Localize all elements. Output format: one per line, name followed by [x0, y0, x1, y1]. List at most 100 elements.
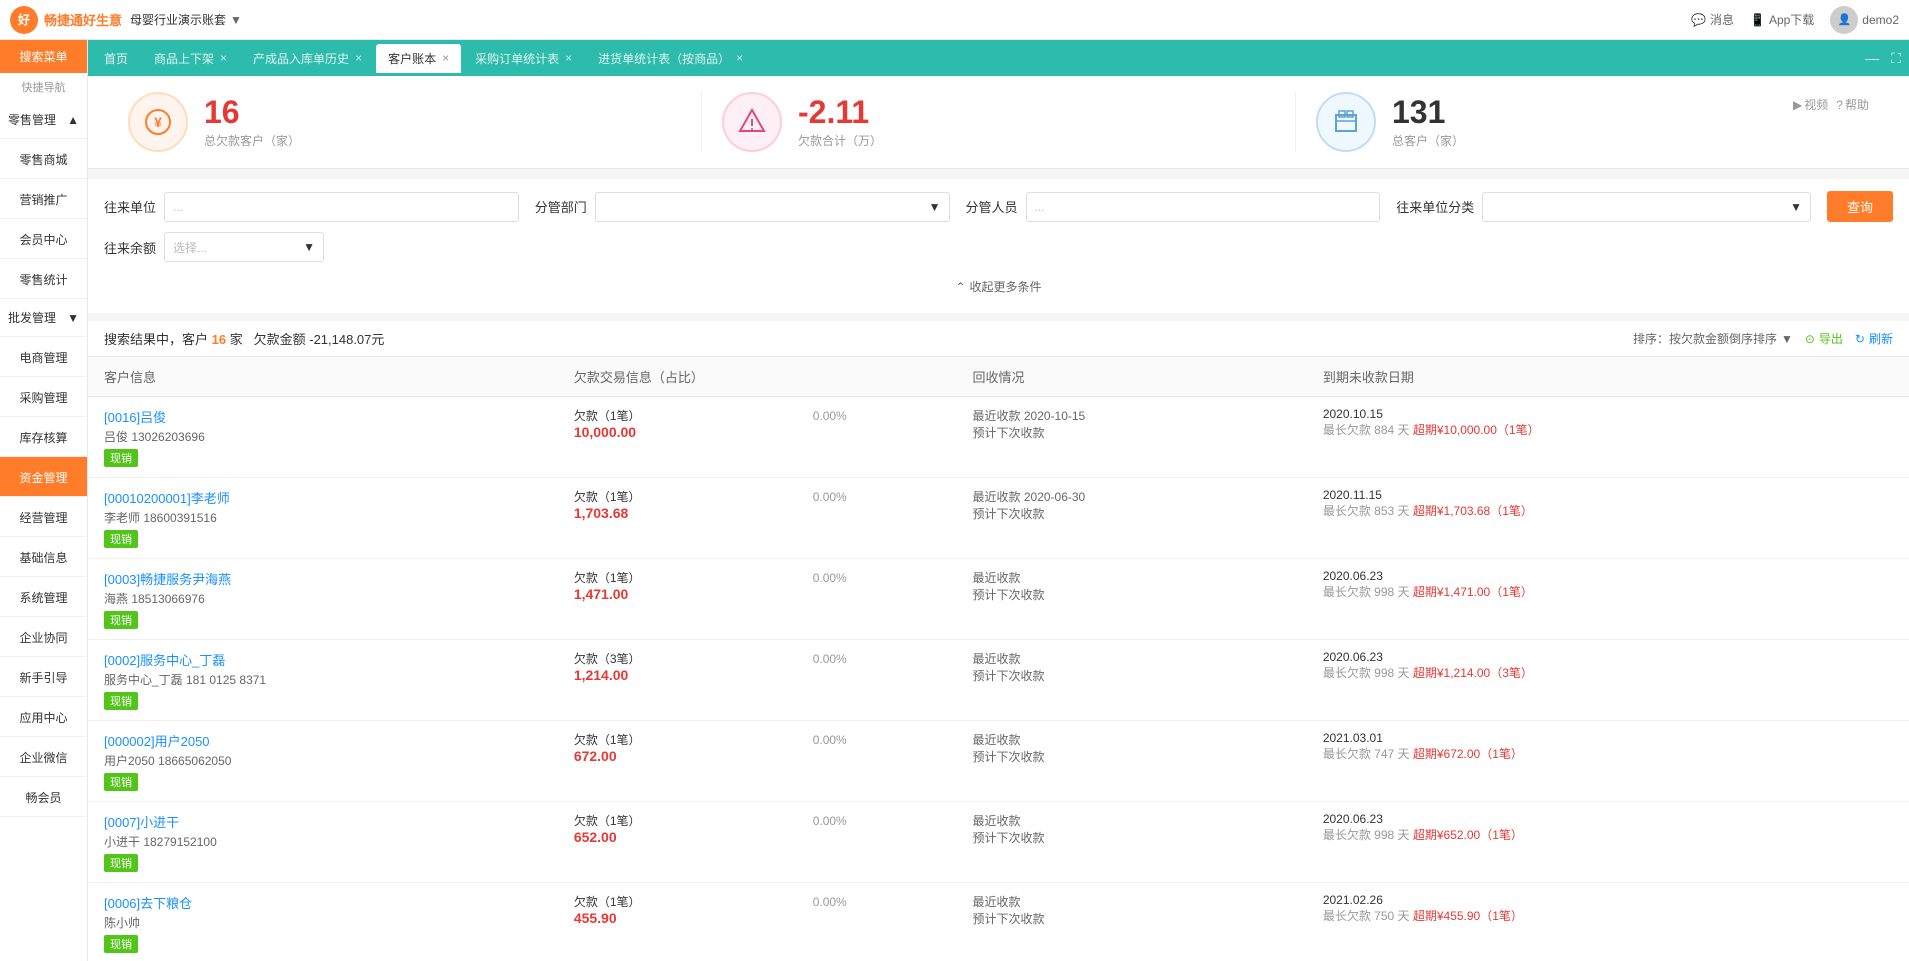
sidebar-item-retail-mall[interactable]: 零售商城 — [0, 139, 87, 179]
debt-amount-2[interactable]: 1,471.00 — [574, 586, 781, 602]
debt-amount-6[interactable]: 455.90 — [574, 910, 781, 926]
sidebar-search[interactable]: 搜索菜单 — [0, 40, 87, 73]
sidebar-item-guide[interactable]: 新手引导 — [0, 657, 87, 697]
debt-amount-5[interactable]: 652.00 — [574, 829, 781, 845]
card1-label: 总欠款客户（家） — [204, 132, 300, 149]
tab-products[interactable]: 商品上下架 × — [142, 44, 239, 73]
due-days-1: 最长欠款 853 天 超期¥1,703.68（1笔） — [1323, 502, 1893, 519]
message-action[interactable]: 💬 消息 — [1691, 11, 1734, 28]
sidebar-item-basic-info[interactable]: 基础信息 — [0, 537, 87, 577]
customer-name-2[interactable]: [0003]畅捷服务尹海燕 — [104, 569, 542, 588]
page-content: ¥ 16 总欠款客户（家） — [88, 76, 1909, 961]
company-dropdown-icon: ▼ — [230, 13, 242, 27]
sidebar-item-wecom[interactable]: 企业微信 — [0, 737, 87, 777]
user-avatar: 👤 — [1830, 6, 1858, 34]
customer-name-3[interactable]: [0002]服务中心_丁磊 — [104, 650, 542, 669]
customer-name-6[interactable]: [0006]去下粮仓 — [104, 893, 542, 912]
overdue-amount-1[interactable]: 超期¥1,703.68（1笔） — [1413, 504, 1533, 518]
person-input[interactable]: ... — [1026, 192, 1381, 222]
debt-amount-1[interactable]: 1,703.68 — [574, 505, 781, 521]
customer-name-1[interactable]: [00010200001]李老师 — [104, 488, 542, 507]
tab-customer-account-close[interactable]: × — [442, 51, 449, 65]
export-button[interactable]: ⊙ 导出 — [1805, 330, 1843, 347]
tab-stock-history-close[interactable]: × — [355, 51, 362, 65]
sidebar-item-marketing[interactable]: 营销推广 — [0, 179, 87, 219]
category-dropdown-icon: ▼ — [1790, 200, 1802, 214]
sidebar: 搜索菜单 快捷导航 零售管理 ▲ 零售商城 营销推广 会员中心 零售统计 批发管… — [0, 40, 88, 961]
overdue-amount-4[interactable]: 超期¥672.00（1笔） — [1413, 747, 1523, 761]
filter-balance: 往来余额 选择... ▼ — [104, 232, 1893, 262]
tab-stock-stats[interactable]: 进货单统计表（按商品） × — [586, 44, 755, 73]
cell-debt-4: 欠款（1笔） 672.00 — [558, 721, 797, 802]
logo-area: 好 畅捷通好生意 — [10, 6, 122, 34]
supplier-label: 往来单位 — [104, 197, 156, 216]
refresh-label: 刷新 — [1869, 330, 1893, 347]
sidebar-item-apps[interactable]: 应用中心 — [0, 697, 87, 737]
cell-percent-1: 0.00% — [797, 478, 957, 559]
overdue-amount-6[interactable]: 超期¥455.90（1笔） — [1413, 909, 1523, 923]
help-btn[interactable]: ? 帮助 — [1836, 96, 1869, 113]
overdue-amount-5[interactable]: 超期¥652.00（1笔） — [1413, 828, 1523, 842]
dept-select[interactable]: ▼ — [595, 192, 950, 222]
sidebar-item-ecommerce[interactable]: 电商管理 — [0, 337, 87, 377]
sidebar-item-system[interactable]: 系统管理 — [0, 577, 87, 617]
sidebar-item-inventory[interactable]: 库存核算 — [0, 417, 87, 457]
cell-due-5: 2020.06.23 最长欠款 998 天 超期¥652.00（1笔） — [1307, 802, 1909, 883]
tab-customer-account[interactable]: 客户账本 × — [376, 44, 461, 73]
cell-percent-6: 0.00% — [797, 883, 957, 961]
sidebar-item-enterprise[interactable]: 企业协同 — [0, 617, 87, 657]
batch-mgmt-arrow: ▼ — [67, 311, 79, 325]
view-video-btn[interactable]: ▶ 视频 — [1793, 96, 1828, 113]
debt-count-2: 欠款（1笔） — [574, 569, 781, 586]
recovery-date-6: 最近收款 — [973, 893, 1291, 910]
refresh-button[interactable]: ↻ 刷新 — [1855, 330, 1893, 347]
category-select[interactable]: ▼ — [1482, 192, 1811, 222]
search-button[interactable]: 查询 — [1827, 191, 1893, 222]
overdue-amount-0[interactable]: 超期¥10,000.00（1笔） — [1413, 423, 1540, 437]
sidebar-item-members[interactable]: 会员中心 — [0, 219, 87, 259]
due-days-4: 最长欠款 747 天 超期¥672.00（1笔） — [1323, 745, 1893, 762]
debt-percent-2: 0.00% — [813, 571, 941, 585]
tab-purchase-stats-close[interactable]: × — [565, 51, 572, 65]
overdue-amount-2[interactable]: 超期¥1,471.00（1笔） — [1413, 585, 1533, 599]
tab-stock-history[interactable]: 产成品入库单历史 × — [241, 44, 374, 73]
debt-amount-0[interactable]: 10,000.00 — [574, 424, 781, 440]
tab-home[interactable]: 首页 — [92, 44, 140, 73]
supplier-input[interactable]: ... — [164, 192, 519, 222]
debt-amount-3[interactable]: 1,214.00 — [574, 667, 781, 683]
balance-placeholder: 选择... — [173, 239, 207, 256]
due-days-6: 最长欠款 750 天 超期¥455.90（1笔） — [1323, 907, 1893, 924]
sort-label: 排序：按欠款金额倒序排序 — [1633, 330, 1777, 347]
collapse-button[interactable]: ⌃ 收起更多条件 — [955, 278, 1041, 295]
sidebar-item-operation[interactable]: 经营管理 — [0, 497, 87, 537]
balance-select[interactable]: 选择... ▼ — [164, 232, 324, 262]
sidebar-item-retail-mgmt[interactable]: 零售管理 ▲ — [0, 101, 87, 139]
recovery-next-2: 预计下次收款 — [973, 586, 1291, 603]
debt-amount-4[interactable]: 672.00 — [574, 748, 781, 764]
due-date-4: 2021.03.01 — [1323, 731, 1893, 745]
sidebar-item-finance[interactable]: 资金管理 — [0, 457, 87, 497]
sidebar-item-batch-mgmt[interactable]: 批发管理 ▼ — [0, 299, 87, 337]
app-download-action[interactable]: 📱 App下载 — [1750, 11, 1814, 28]
balance-label: 往来余额 — [104, 238, 156, 257]
user-profile[interactable]: 👤 demo2 — [1830, 6, 1899, 34]
tab-minimize-btn[interactable]: — — [1861, 50, 1883, 66]
sort-selector[interactable]: 排序：按欠款金额倒序排序 ▼ — [1633, 330, 1793, 347]
company-select[interactable]: 母婴行业演示账套 ▼ — [130, 11, 242, 28]
sidebar-item-vip[interactable]: 畅会员 — [0, 777, 87, 817]
table-row: [000002]用户2050 用户2050 18665062050 现销 欠款（… — [88, 721, 1909, 802]
cell-recovery-1: 最近收款 2020-06-30 预计下次收款 — [957, 478, 1307, 559]
sidebar-item-purchase[interactable]: 采购管理 — [0, 377, 87, 417]
customer-name-4[interactable]: [000002]用户2050 — [104, 731, 542, 750]
tab-stock-stats-close[interactable]: × — [736, 51, 743, 65]
cell-due-6: 2021.02.26 最长欠款 750 天 超期¥455.90（1笔） — [1307, 883, 1909, 961]
tab-maximize-btn[interactable]: ⛶ — [1887, 50, 1905, 67]
sidebar-item-retail-stats[interactable]: 零售统计 — [0, 259, 87, 299]
customer-phone-5: 小进干 18279152100 — [104, 833, 542, 850]
overdue-amount-3[interactable]: 超期¥1,214.00（3笔） — [1413, 666, 1533, 680]
customer-name-0[interactable]: [0016]吕俊 — [104, 407, 542, 426]
tab-purchase-stats[interactable]: 采购订单统计表 × — [463, 44, 584, 73]
customer-name-5[interactable]: [0007]小进干 — [104, 812, 542, 831]
recovery-date-4: 最近收款 — [973, 731, 1291, 748]
tab-products-close[interactable]: × — [220, 51, 227, 65]
